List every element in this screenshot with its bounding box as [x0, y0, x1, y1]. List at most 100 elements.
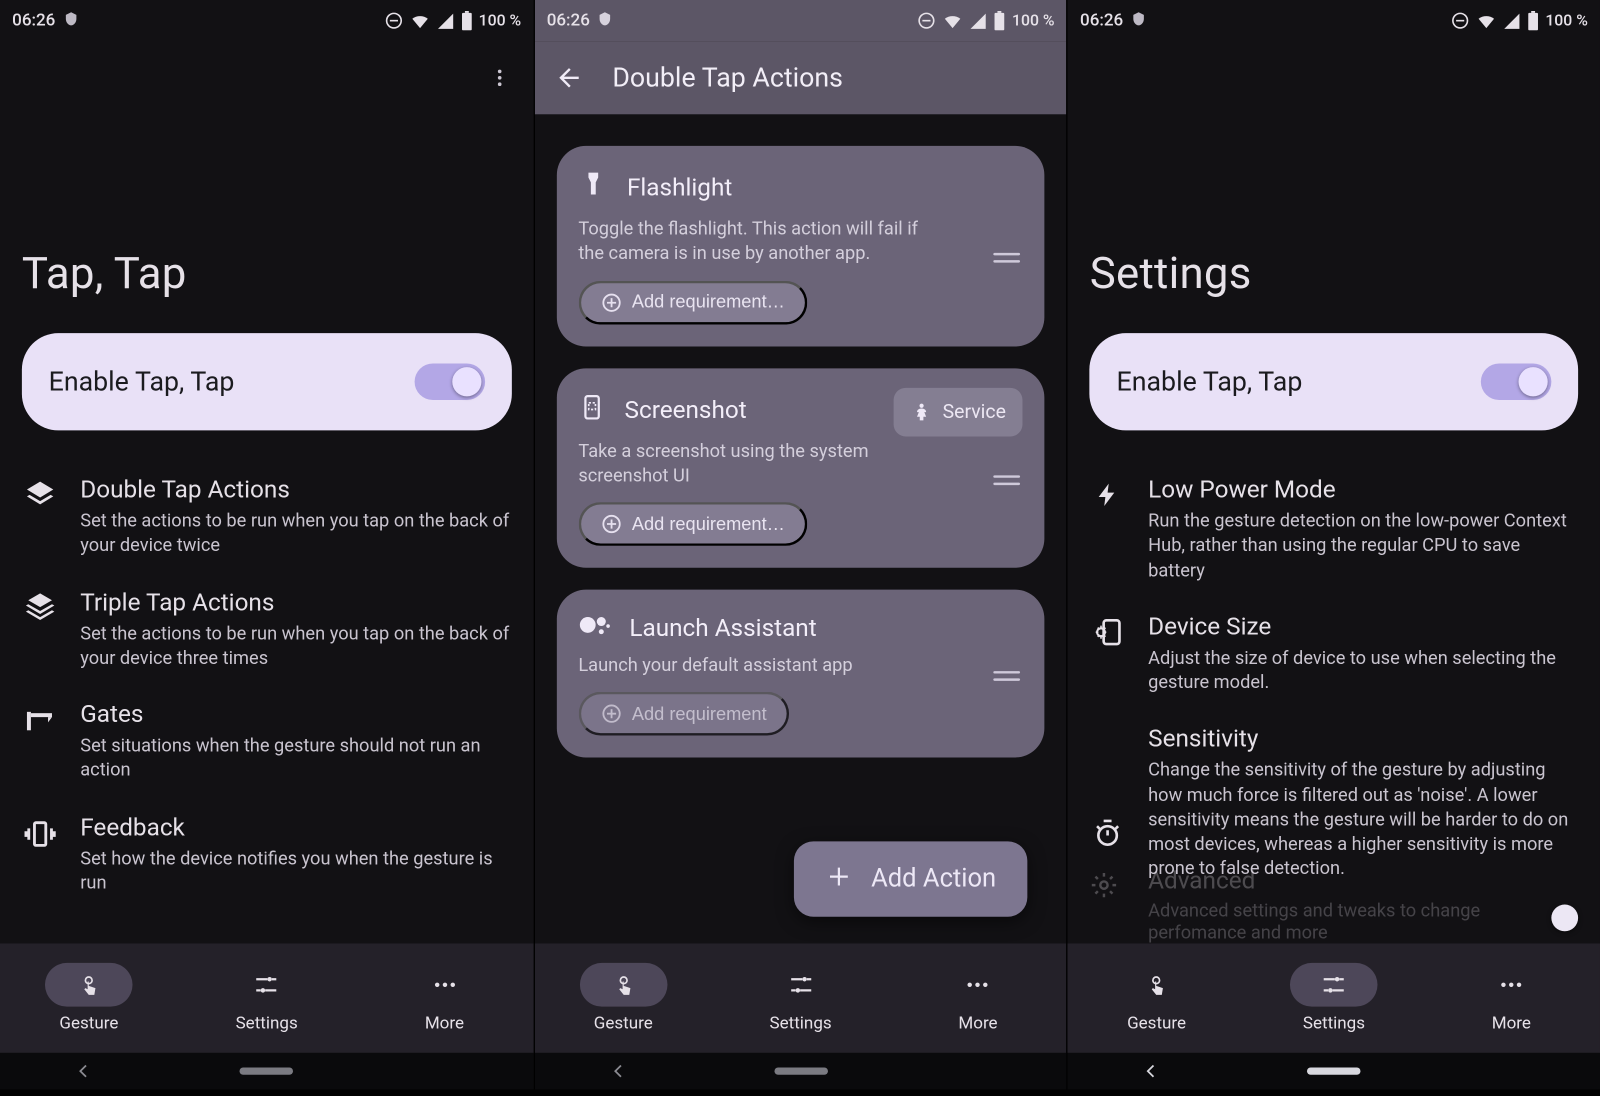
battery-icon: [994, 11, 1006, 30]
sys-home[interactable]: [1307, 1067, 1360, 1074]
more-icon: [934, 963, 1022, 1007]
status-bar: 06:26 100 %: [0, 0, 533, 41]
add-action-fab[interactable]: Add Action: [793, 841, 1027, 916]
appbar-title: Double Tap Actions: [612, 63, 843, 93]
status-time: 06:26: [547, 11, 590, 30]
device-gear-icon: [1090, 611, 1126, 694]
sys-back[interactable]: [606, 1059, 630, 1083]
vibration-icon: [22, 812, 58, 895]
row-sub: Set the actions to be run when you tap o…: [80, 621, 511, 670]
card-desc: Toggle the flashlight. This action will …: [578, 216, 943, 265]
nav-gesture[interactable]: Gesture: [1068, 943, 1245, 1052]
nav-more[interactable]: More: [356, 943, 534, 1052]
enable-tap-tap-card[interactable]: Enable Tap, Tap: [1090, 333, 1578, 430]
wifi-icon: [1476, 10, 1497, 31]
dnd-icon: [917, 11, 936, 30]
back-button[interactable]: [552, 61, 586, 95]
dnd-icon: [1450, 11, 1469, 30]
nav-settings[interactable]: Settings: [712, 943, 889, 1052]
wifi-icon: [409, 10, 430, 31]
enable-tap-tap-card[interactable]: Enable Tap, Tap: [22, 333, 512, 430]
enable-label: Enable Tap, Tap: [1117, 367, 1303, 397]
screen-double-tap-actions: 06:26 100 % Double Tap Actions Flashlig: [533, 0, 1066, 1089]
status-bar: 06:26 100 %: [1068, 0, 1600, 41]
row-sub: Change the sensitivity of the gesture by…: [1148, 758, 1578, 881]
action-card-launch-assistant[interactable]: Launch Assistant Launch your default ass…: [556, 590, 1044, 758]
add-requirement-button[interactable]: Add requirement…: [578, 502, 806, 546]
wifi-icon: [943, 10, 964, 31]
flashlight-icon: [578, 168, 607, 207]
nav-label: Gesture: [1127, 1014, 1186, 1033]
sliders-icon: [757, 963, 845, 1007]
enable-label: Enable Tap, Tap: [49, 367, 235, 397]
nav-label: Gesture: [59, 1014, 118, 1033]
row-device-size[interactable]: Device Size Adjust the size of device to…: [1090, 597, 1578, 709]
nav-settings[interactable]: Settings: [1245, 943, 1422, 1052]
overflow-menu-button[interactable]: [482, 61, 516, 95]
bottom-nav: Gesture Settings More: [1068, 943, 1600, 1052]
plus-icon: [825, 863, 852, 895]
row-title: Device Size: [1148, 611, 1578, 640]
drag-handle-icon[interactable]: [994, 671, 1021, 681]
dnd-icon: [384, 11, 403, 30]
battery-text: 100 %: [479, 12, 522, 30]
sys-home[interactable]: [240, 1067, 293, 1074]
nav-more[interactable]: More: [1423, 943, 1600, 1052]
page-title: Settings: [1068, 41, 1600, 333]
add-requirement-button[interactable]: Add requirement: [578, 692, 788, 736]
system-nav: [535, 1053, 1067, 1089]
sys-back[interactable]: [72, 1059, 96, 1083]
signal-icon: [969, 12, 987, 30]
battery-text: 100 %: [1012, 12, 1055, 30]
row-feedback[interactable]: Feedback Set how the device notifies you…: [22, 797, 512, 909]
row-sub: Advanced settings and tweaks to change p…: [1148, 900, 1578, 944]
sys-home[interactable]: [774, 1067, 827, 1074]
enable-switch[interactable]: [414, 364, 485, 400]
row-title: Advanced: [1148, 866, 1578, 895]
nav-label: More: [425, 1014, 464, 1033]
nav-more[interactable]: More: [889, 943, 1066, 1052]
service-chip[interactable]: Service: [894, 387, 1023, 436]
bolt-icon: [1090, 474, 1126, 582]
nav-label: More: [958, 1014, 997, 1033]
nav-label: More: [1492, 1014, 1531, 1033]
sliders-icon: [1290, 963, 1378, 1007]
row-title: Sensitivity: [1148, 724, 1578, 753]
screen-settings: 06:26 100 % Settings Enable Tap, Tap Low…: [1067, 0, 1600, 1089]
nav-label: Settings: [1303, 1014, 1365, 1033]
action-card-flashlight[interactable]: Flashlight Toggle the flashlight. This a…: [556, 146, 1044, 346]
enable-switch[interactable]: [1481, 364, 1552, 400]
action-card-screenshot[interactable]: Service Screenshot Take a screenshot usi…: [556, 368, 1044, 568]
row-double-tap-actions[interactable]: Double Tap Actions Set the actions to be…: [22, 460, 512, 572]
nav-gesture[interactable]: Gesture: [0, 943, 178, 1052]
notif-icon: [597, 10, 613, 31]
row-gates[interactable]: Gates Set situations when the gesture sh…: [22, 684, 512, 796]
row-triple-tap-actions[interactable]: Triple Tap Actions Set the actions to be…: [22, 572, 512, 684]
drag-handle-icon[interactable]: [994, 253, 1021, 263]
card-title: Flashlight: [627, 173, 732, 202]
gate-icon: [22, 699, 58, 782]
row-advanced-ghost: Advanced Advanced settings and tweaks to…: [1090, 866, 1578, 944]
chip-label: Add requirement…: [632, 514, 785, 535]
card-desc: Take a screenshot using the system scree…: [578, 438, 943, 487]
page-title: Tap, Tap: [0, 41, 533, 333]
nav-settings[interactable]: Settings: [178, 943, 356, 1052]
add-requirement-button[interactable]: Add requirement…: [578, 280, 806, 324]
row-title: Feedback: [80, 812, 511, 841]
more-icon: [1468, 963, 1556, 1007]
row-low-power-mode[interactable]: Low Power Mode Run the gesture detection…: [1090, 460, 1578, 597]
row-title: Gates: [80, 699, 511, 728]
signal-icon: [436, 12, 454, 30]
bottom-nav: Gesture Settings More: [0, 943, 533, 1052]
row-title: Double Tap Actions: [80, 474, 511, 503]
chip-label: Add requirement…: [632, 292, 785, 313]
signal-icon: [1503, 12, 1521, 30]
battery-text: 100 %: [1545, 12, 1588, 30]
service-label: Service: [943, 400, 1006, 423]
drag-handle-icon[interactable]: [994, 475, 1021, 485]
layers-triple-icon: [22, 587, 58, 670]
nav-gesture[interactable]: Gesture: [535, 943, 712, 1052]
battery-icon: [460, 11, 472, 30]
tap-icon: [45, 963, 133, 1007]
sys-back[interactable]: [1140, 1059, 1164, 1083]
